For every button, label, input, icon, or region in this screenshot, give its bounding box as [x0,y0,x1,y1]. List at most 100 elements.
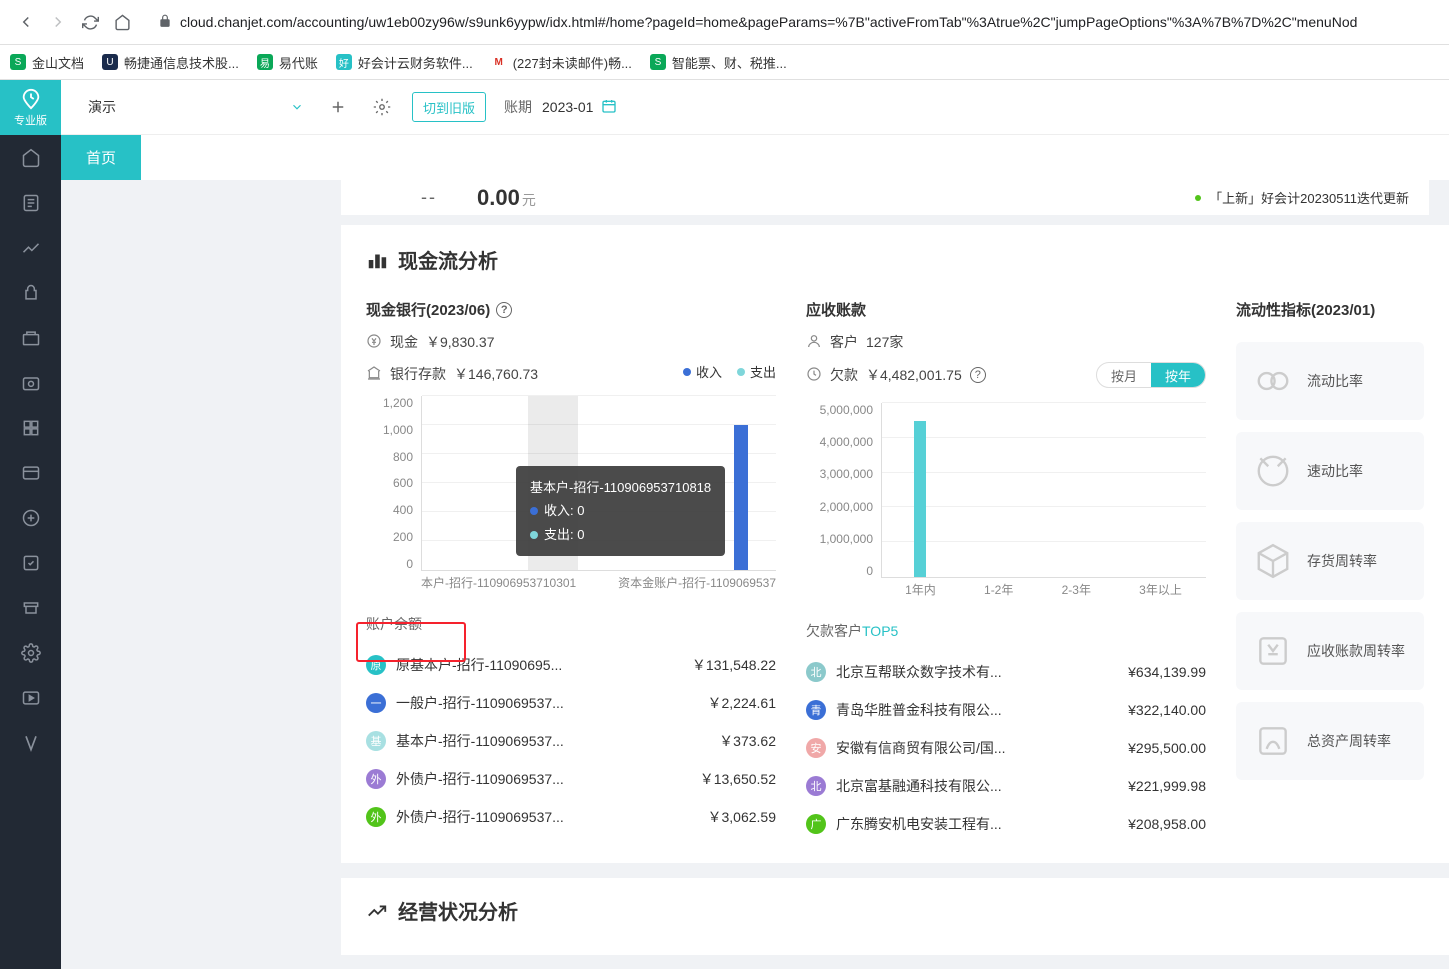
customer-badge-icon: 青 [806,700,826,720]
customer-amount: ¥221,999.98 [1128,778,1206,794]
chart-legend: 收入 支出 [683,362,776,381]
period-toggle: 按月 按年 [1096,362,1206,388]
sidebar: 专业版 [0,80,61,969]
forward-button[interactable] [46,10,70,34]
app-logo[interactable]: 专业版 [0,80,61,135]
liquidity-title: 流动性指标(2023/01) [1236,299,1424,320]
bookmark-item[interactable]: U畅捷通信息技术股... [102,53,239,72]
chevron-down-icon [290,100,304,114]
sidebar-home-icon[interactable] [0,135,61,180]
reload-button[interactable] [78,10,102,34]
org-selector[interactable]: 演示 [76,89,316,125]
sidebar-video-icon[interactable] [0,675,61,720]
customer-row[interactable]: 青青岛华胜普金科技有限公... ¥322,140.00 [806,691,1206,729]
top-bar: 演示 切到旧版 账期 2023-01 [61,80,1449,135]
panel-title: 经营状况分析 [366,896,1424,925]
customer-badge-icon: 安 [806,738,826,758]
coin-icon [366,333,382,352]
account-name: 外债户-招行-1109069537... [396,807,564,827]
customer-amount: ¥634,139.99 [1128,664,1206,680]
bookmark-item[interactable]: S金山文档 [10,53,84,72]
sidebar-archive-icon[interactable] [0,450,61,495]
home-button[interactable] [110,10,134,34]
liquidity-card-icon [1254,452,1292,490]
sidebar-funds-icon[interactable] [0,270,61,315]
bank-icon [366,365,382,384]
operations-panel: 经营状况分析 [341,878,1449,955]
bookmark-item[interactable]: S智能票、财、税推... [650,53,787,72]
summary-amount: 0.00 [477,185,520,210]
account-row[interactable]: 外外债户-招行-1109069537...￥3,062.59 [366,798,776,836]
liquidity-card-icon [1254,542,1292,580]
tab-bar: 首页 [61,135,1449,180]
account-amount: ￥373.62 [719,731,776,751]
sidebar-settings-icon[interactable] [0,630,61,675]
sidebar-report-icon[interactable] [0,225,61,270]
customer-row[interactable]: 北北京富基融通科技有限公...¥221,999.98 [806,767,1206,805]
bookmark-item[interactable]: 好好会计云财务软件... [336,53,473,72]
chart-tooltip: 基本户-招行-110906953710818 收入: 0 支出: 0 [516,466,725,556]
panel-title: 现金流分析 [366,245,1424,274]
url-text[interactable]: cloud.chanjet.com/accounting/uw1eb00zy96… [180,14,1357,30]
cash-bar-chart[interactable]: 1,2001,0008006004002000 [366,396,776,596]
tab-home[interactable]: 首页 [61,135,141,180]
account-name: 基本户-招行-1109069537... [396,731,564,751]
account-name: 外债户-招行-1109069537... [396,769,564,789]
liquidity-card[interactable]: 存货周转率 [1236,522,1424,600]
customer-row[interactable]: 安安徽有信商贸有限公司/国...¥295,500.00 [806,729,1206,767]
customer-amount: ¥322,140.00 [1128,702,1206,718]
customer-amount: ¥208,958.00 [1128,816,1206,832]
account-row[interactable]: 基基本户-招行-1109069537...￥373.62 [366,722,776,760]
customer-name: 青岛华胜普金科技有限公... [836,700,1002,720]
deposit-stat: 银行存款 ￥146,760.73 [366,364,538,384]
gear-button[interactable] [364,89,400,125]
customer-badge-icon: 北 [806,662,826,682]
liquidity-card[interactable]: 总资产周转率 [1236,702,1424,780]
sidebar-closing-icon[interactable] [0,540,61,585]
customer-row[interactable]: 北北京互帮联众数字技术有...¥634,139.99 [806,653,1206,691]
customer-row[interactable]: 广广东腾安机电安装工程有...¥208,958.00 [806,805,1206,843]
account-row[interactable]: 一一般户-招行-1109069537...￥2,224.61 [366,684,776,722]
top5-title: 欠款客户TOP5 [806,621,1206,641]
liquidity-card-icon [1254,722,1292,760]
customer-name: 广东腾安机电安装工程有... [836,814,1002,834]
toggle-year[interactable]: 按年 [1151,363,1205,387]
sidebar-inventory-icon[interactable] [0,405,61,450]
sidebar-archive2-icon[interactable] [0,585,61,630]
old-version-button[interactable]: 切到旧版 [412,92,486,122]
liquidity-card[interactable]: 应收账款周转率 [1236,612,1424,690]
highlight-annotation [356,622,466,662]
receivable-title: 应收账款 [806,299,1206,320]
add-button[interactable] [320,89,356,125]
liquidity-card[interactable]: 速动比率 [1236,432,1424,510]
liquidity-card-label: 速动比率 [1307,461,1363,481]
sidebar-v-icon[interactable] [0,720,61,765]
calendar-icon[interactable] [601,98,617,117]
account-row[interactable]: 外外债户-招行-1109069537...￥13,650.52 [366,760,776,798]
bookmark-item[interactable]: M(227封未读邮件)畅... [491,53,632,72]
account-amount: ￥3,062.59 [708,807,777,827]
bookmark-item[interactable]: 易易代账 [257,53,318,72]
account-badge-icon: 外 [366,769,386,789]
summary-strip: -- 0.00元 「上新」好会计20230511迭代更新 [341,180,1429,215]
liquidity-card[interactable]: 流动比率 [1236,342,1424,420]
sidebar-assets-icon[interactable] [0,315,61,360]
customer-stat: 客户 127家 [806,332,1206,352]
sidebar-tax-icon[interactable] [0,495,61,540]
receivable-bar-chart[interactable]: 5,000,0004,000,0003,000,0002,000,0001,00… [806,403,1206,603]
browser-navbar: cloud.chanjet.com/accounting/uw1eb00zy96… [0,0,1449,45]
bar-chart-icon [366,249,388,271]
help-icon[interactable]: ? [496,302,512,318]
period-label: 账期 [504,97,532,117]
news-item[interactable]: 「上新」好会计20230511迭代更新 [1195,188,1409,207]
back-button[interactable] [14,10,38,34]
toggle-month[interactable]: 按月 [1097,363,1151,387]
sidebar-voucher-icon[interactable] [0,180,61,225]
liquidity-card-label: 流动比率 [1307,371,1363,391]
sidebar-salary-icon[interactable] [0,360,61,405]
help-icon[interactable]: ? [970,367,986,383]
period-value: 2023-01 [542,99,593,115]
account-amount: ￥2,224.61 [708,693,777,713]
news-dot-icon [1195,195,1201,201]
debt-stat: 欠款 ￥4,482,001.75 ? [806,365,986,385]
